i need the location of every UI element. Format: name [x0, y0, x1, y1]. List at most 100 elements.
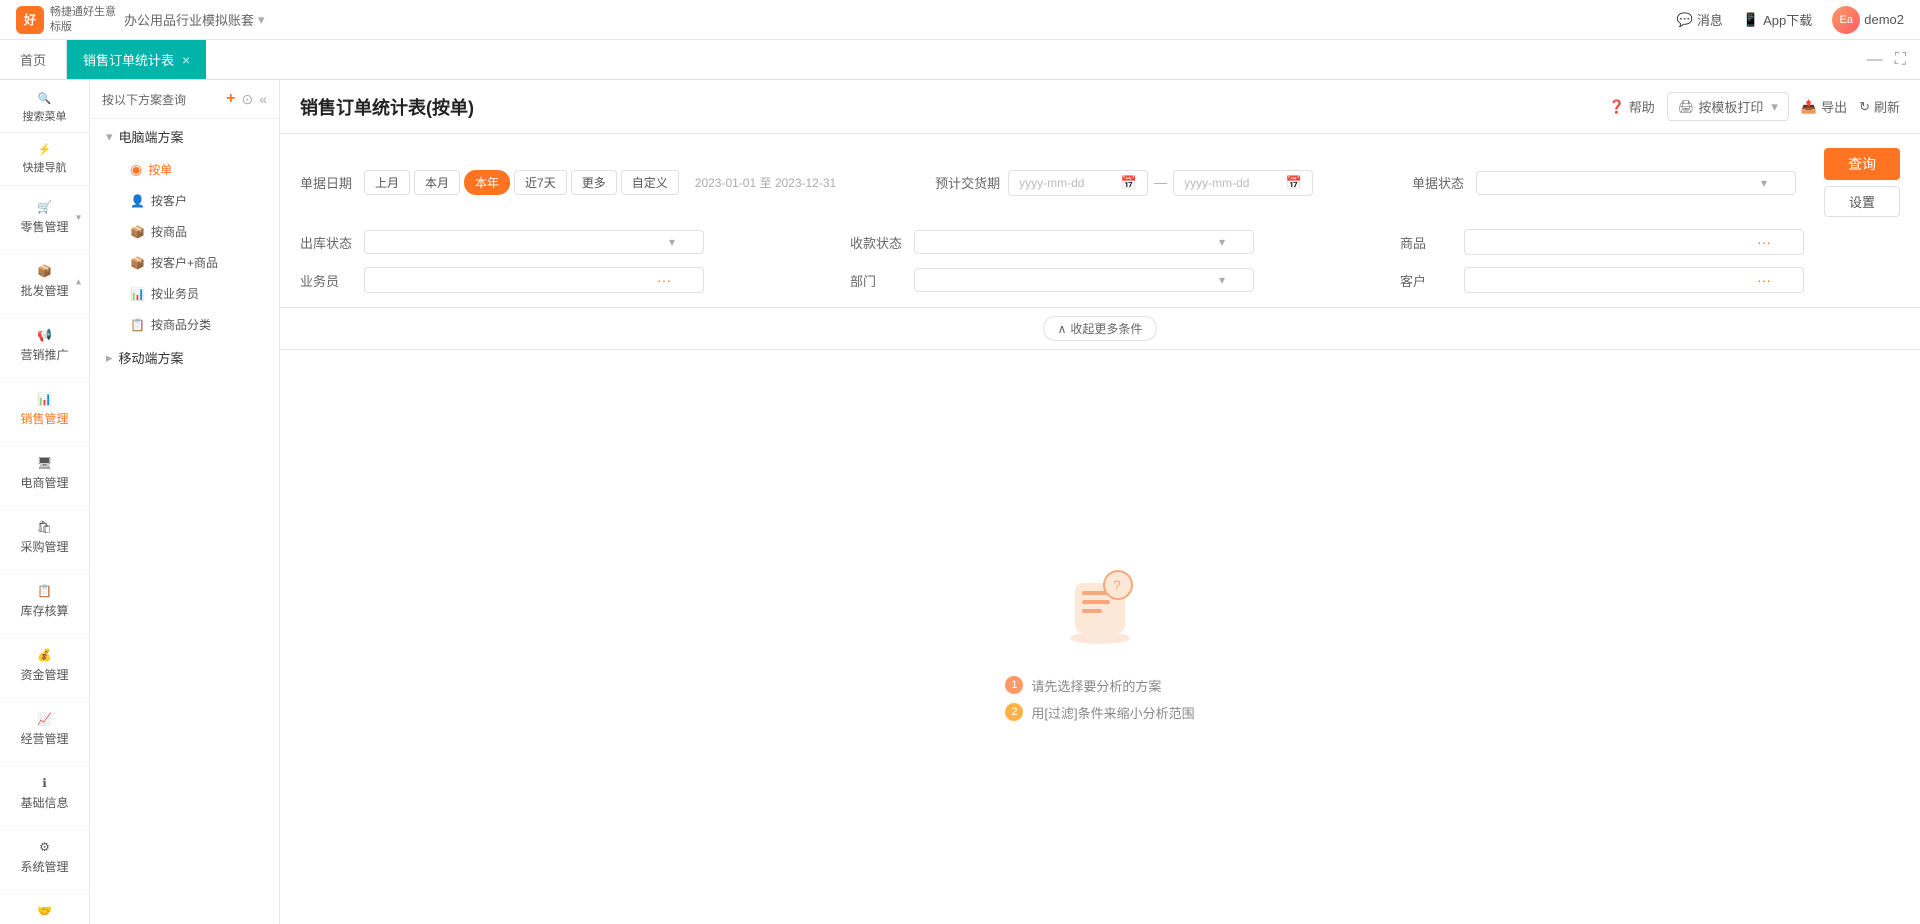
date-btn-custom[interactable]: 自定义 — [621, 170, 679, 195]
sidebar-item-finance[interactable]: 💰 资金管理 — [0, 634, 89, 698]
left-panel-icons: + ⊙ « — [226, 90, 267, 108]
delivery-status-select[interactable]: ▾ — [364, 230, 704, 254]
collapse-button[interactable]: ∧ 收起更多条件 — [1043, 316, 1158, 341]
sidebar-item-wholesale[interactable]: 📦 批发管理 ▴ — [0, 250, 89, 314]
date-btn-last-7-days[interactable]: 近7天 — [514, 170, 567, 195]
breadcrumb: 办公用品行业模拟账套 ▾ — [124, 10, 265, 29]
sidebar-item-operations[interactable]: 📈 经营管理 — [0, 698, 89, 762]
payment-status-select[interactable]: ▾ — [914, 230, 1254, 254]
system-icon: ⚙ — [39, 840, 50, 854]
tab-maximize-button[interactable]: ⛶ — [1893, 49, 1908, 71]
sidebar-item-sales[interactable]: 📊 销售管理 — [0, 378, 89, 442]
query-button[interactable]: 查询 — [1824, 148, 1900, 180]
order-status-select[interactable]: ▾ — [1476, 171, 1796, 195]
goods-label: 商品 — [1400, 233, 1456, 252]
date-range-text: 2023-01-01 至 2023-12-31 — [695, 174, 836, 191]
dept-chevron-icon: ▾ — [1219, 273, 1225, 287]
expected-delivery-from[interactable]: yyyy-mm-dd 📅 — [1008, 170, 1148, 196]
empty-state: ? 1 请先选择要分析的方案 2 用[过滤]条件来缩小分析范围 — [280, 350, 1920, 924]
scheme-by-salesperson[interactable]: 📊 按业务员 — [118, 278, 279, 309]
salesperson-select[interactable]: ··· — [364, 267, 704, 293]
scheme-by-customer[interactable]: 👤 按客户 — [118, 185, 279, 216]
filter-area: 单据日期 上月 本月 本年 近7天 更多 自定义 2023-01-01 至 20… — [280, 134, 1920, 308]
app-download-icon: 📱 — [1743, 12, 1759, 28]
sidebar-item-ecommerce[interactable]: 🖥 电商管理 — [0, 442, 89, 506]
date-btn-this-year[interactable]: 本年 — [464, 170, 510, 195]
sidebar-item-purchase[interactable]: 🛍 采购管理 — [0, 506, 89, 570]
empty-illustration: ? — [1050, 553, 1150, 656]
delivery-status-group: 出库状态 ▾ — [300, 230, 704, 254]
order-status-label: 单据状态 — [1412, 173, 1468, 192]
sidebar-item-system[interactable]: ⚙ 系统管理 — [0, 826, 89, 890]
sidebar-item-enterprise[interactable]: 🤝 企业协同 — [0, 890, 89, 924]
order-status-chevron-icon: ▾ — [1761, 176, 1767, 190]
sidebar-item-retail[interactable]: 🛒 零售管理 ▾ — [0, 186, 89, 250]
content-area: 按以下方案查询 + ⊙ « ▾ 电脑端方案 ◉ 按单 👤 按客户 — [90, 80, 1920, 924]
scheme-by-order[interactable]: ◉ 按单 — [118, 154, 279, 185]
tab-minimize-button[interactable]: — — [1865, 49, 1885, 71]
order-status-group: 单据状态 ▾ — [1412, 171, 1796, 195]
date-btn-last-month[interactable]: 上月 — [364, 170, 410, 195]
settings-button[interactable]: 设置 — [1824, 186, 1900, 217]
date-btn-more[interactable]: 更多 — [571, 170, 617, 195]
goods-select[interactable]: ··· — [1464, 229, 1804, 255]
goods-more-icon[interactable]: ··· — [1753, 234, 1775, 250]
tab-sales-order[interactable]: 销售订单统计表 × — [67, 40, 206, 79]
app-download-button[interactable]: 📱 App下载 — [1743, 10, 1812, 29]
scheme-by-goods-category[interactable]: 📋 按商品分类 — [118, 309, 279, 340]
sidebar-quick-nav[interactable]: ⚡ 快捷导航 — [0, 133, 89, 186]
topbar-right: 💬 消息 📱 App下载 Ea demo2 — [1677, 6, 1904, 34]
customer-more-icon[interactable]: ··· — [1753, 272, 1775, 288]
date-separator: — — [1154, 175, 1167, 190]
delivery-status-chevron-icon: ▾ — [669, 235, 675, 249]
tabbar-actions: — ⛶ — [1853, 40, 1920, 79]
print-dropdown-icon: ▾ — [1771, 99, 1778, 115]
tree-section-mobile[interactable]: ▸ 移动端方案 — [90, 340, 279, 375]
logo-text: 畅捷通好生意 标版 — [50, 5, 116, 34]
salesperson-label: 业务员 — [300, 271, 356, 290]
scheme-by-customer-goods[interactable]: 📦 按客户+商品 — [118, 247, 279, 278]
by-goods-icon: 📦 — [130, 225, 145, 239]
tab-close-button[interactable]: × — [182, 53, 190, 67]
salesperson-group: 业务员 ··· — [300, 267, 704, 293]
operations-icon: 📈 — [37, 712, 52, 726]
sidebar-item-basic[interactable]: ℹ 基础信息 — [0, 762, 89, 826]
user-profile[interactable]: Ea demo2 — [1832, 6, 1904, 34]
scheme-settings-icon[interactable]: ⊙ — [241, 91, 253, 108]
refresh-button[interactable]: ↻ 刷新 — [1859, 97, 1900, 116]
breadcrumb-dropdown-icon[interactable]: ▾ — [258, 12, 265, 28]
scheme-by-goods[interactable]: 📦 按商品 — [118, 216, 279, 247]
left-panel: 按以下方案查询 + ⊙ « ▾ 电脑端方案 ◉ 按单 👤 按客户 — [90, 80, 280, 924]
export-icon: 📤 — [1801, 99, 1817, 115]
date-btn-this-month[interactable]: 本月 — [414, 170, 460, 195]
by-order-icon: ◉ — [130, 161, 142, 178]
expected-delivery-date-range: yyyy-mm-dd 📅 — yyyy-mm-dd 📅 — [1008, 170, 1313, 196]
template-print-button[interactable]: 🖨 按模板打印 ▾ — [1667, 92, 1789, 121]
sidebar-item-marketing[interactable]: 📢 营销推广 — [0, 314, 89, 378]
tip-number-2: 2 — [1005, 703, 1023, 721]
date-buttons: 上月 本月 本年 近7天 更多 自定义 — [364, 170, 679, 195]
customer-group: 客户 ··· — [1400, 267, 1804, 293]
payment-status-group: 收款状态 ▾ — [850, 230, 1254, 254]
panel-collapse-icon[interactable]: « — [259, 91, 267, 107]
collapse-bar: ∧ 收起更多条件 — [280, 308, 1920, 350]
salesperson-more-icon[interactable]: ··· — [653, 272, 675, 288]
finance-icon: 💰 — [37, 648, 52, 662]
sidebar-item-inventory[interactable]: 📋 库存核算 — [0, 570, 89, 634]
help-button[interactable]: ❓ 帮助 — [1609, 97, 1655, 116]
tree-section-desktop[interactable]: ▾ 电脑端方案 — [90, 119, 279, 154]
message-button[interactable]: 💬 消息 — [1677, 10, 1723, 29]
avatar: Ea — [1832, 6, 1860, 34]
tab-home[interactable]: 首页 — [0, 40, 67, 79]
logo-area: 好 畅捷通好生意 标版 — [16, 5, 116, 34]
tabbar: 首页 销售订单统计表 × — ⛶ — [0, 40, 1920, 80]
expected-delivery-to[interactable]: yyyy-mm-dd 📅 — [1173, 170, 1313, 196]
customer-select[interactable]: ··· — [1464, 267, 1804, 293]
add-scheme-button[interactable]: + — [226, 90, 235, 108]
date-filter-group: 单据日期 上月 本月 本年 近7天 更多 自定义 — [300, 170, 679, 195]
main-layout: 🔍 搜索菜单 ⚡ 快捷导航 🛒 零售管理 ▾ 📦 批发管理 ▴ 📢 营销推广 📊… — [0, 80, 1920, 924]
sidebar-search-menu[interactable]: 🔍 搜索菜单 — [0, 80, 89, 133]
retail-arrow-icon: ▾ — [76, 212, 81, 223]
dept-select[interactable]: ▾ — [914, 268, 1254, 292]
export-button[interactable]: 📤 导出 — [1801, 97, 1847, 116]
